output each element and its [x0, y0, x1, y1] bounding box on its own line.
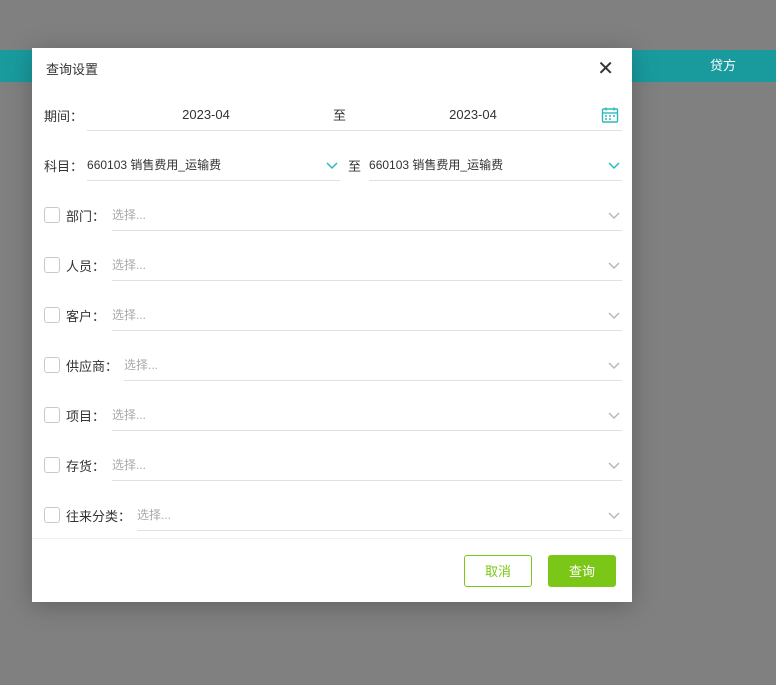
- aux-row-customer: 客户：选择...: [44, 290, 622, 340]
- arap-select[interactable]: 选择...: [137, 499, 622, 531]
- close-icon[interactable]: ✕: [593, 55, 618, 83]
- stock-label: 存货：: [66, 456, 110, 475]
- project-select[interactable]: 选择...: [112, 399, 622, 431]
- subject-to-select[interactable]: 660103 销售费用_运输费: [369, 149, 622, 181]
- query-button[interactable]: 查询: [548, 555, 616, 587]
- subject-from-select[interactable]: 660103 销售费用_运输费: [87, 149, 340, 181]
- supplier-checkbox[interactable]: [44, 357, 60, 373]
- aux-row-supplier: 供应商：选择...: [44, 340, 622, 390]
- chevron-down-icon: [606, 157, 622, 173]
- subject-row: 科目： 660103 销售费用_运输费 至 660103 销售费用_运输费: [44, 140, 622, 190]
- subject-from-value: 660103 销售费用_运输费: [87, 156, 324, 173]
- arap-placeholder: 选择...: [137, 506, 606, 523]
- modal-header: 查询设置 ✕: [32, 48, 632, 90]
- period-to-input[interactable]: [354, 99, 592, 131]
- dept-placeholder: 选择...: [112, 206, 606, 223]
- dept-label: 部门：: [66, 206, 110, 225]
- person-label: 人员：: [66, 256, 110, 275]
- person-checkbox[interactable]: [44, 257, 60, 273]
- supplier-label: 供应商：: [66, 356, 122, 375]
- subject-separator: 至: [340, 156, 369, 175]
- project-checkbox[interactable]: [44, 407, 60, 423]
- chevron-down-icon: [606, 507, 622, 523]
- period-row: 期间： 至: [44, 90, 622, 140]
- aux-row-project: 项目：选择...: [44, 390, 622, 440]
- project-label: 项目：: [66, 406, 110, 425]
- chevron-down-icon: [324, 157, 340, 173]
- period-label: 期间：: [44, 106, 87, 125]
- query-settings-modal: 查询设置 ✕ 期间： 至 科目： 660103 销售费用_运输费: [32, 48, 632, 602]
- topbar-credit-label: 贷方: [670, 50, 776, 82]
- calendar-icon[interactable]: [598, 103, 622, 127]
- dept-select[interactable]: 选择...: [112, 199, 622, 231]
- chevron-down-icon: [606, 207, 622, 223]
- modal-title: 查询设置: [46, 59, 98, 78]
- chevron-down-icon: [606, 257, 622, 273]
- dept-checkbox[interactable]: [44, 207, 60, 223]
- person-select[interactable]: 选择...: [112, 249, 622, 281]
- period-separator: 至: [325, 105, 354, 124]
- period-from-input[interactable]: [87, 99, 325, 131]
- stock-checkbox[interactable]: [44, 457, 60, 473]
- supplier-select[interactable]: 选择...: [124, 349, 622, 381]
- stock-placeholder: 选择...: [112, 456, 606, 473]
- subject-to-value: 660103 销售费用_运输费: [369, 156, 606, 173]
- modal-footer: 取消 查询: [32, 538, 632, 602]
- chevron-down-icon: [606, 407, 622, 423]
- customer-label: 客户：: [66, 306, 110, 325]
- supplier-placeholder: 选择...: [124, 356, 606, 373]
- chevron-down-icon: [606, 357, 622, 373]
- customer-select[interactable]: 选择...: [112, 299, 622, 331]
- aux-row-person: 人员：选择...: [44, 240, 622, 290]
- aux-row-stock: 存货：选择...: [44, 440, 622, 490]
- customer-placeholder: 选择...: [112, 306, 606, 323]
- chevron-down-icon: [606, 457, 622, 473]
- modal-body: 期间： 至 科目： 660103 销售费用_运输费 至 660103 销售: [32, 90, 632, 538]
- subject-label: 科目：: [44, 156, 87, 175]
- customer-checkbox[interactable]: [44, 307, 60, 323]
- project-placeholder: 选择...: [112, 406, 606, 423]
- person-placeholder: 选择...: [112, 256, 606, 273]
- cancel-button[interactable]: 取消: [464, 555, 532, 587]
- arap-label: 往来分类：: [66, 506, 135, 525]
- stock-select[interactable]: 选择...: [112, 449, 622, 481]
- chevron-down-icon: [606, 307, 622, 323]
- period-group: 至: [87, 99, 622, 131]
- arap-checkbox[interactable]: [44, 507, 60, 523]
- aux-row-arap: 往来分类：选择...: [44, 490, 622, 538]
- aux-row-dept: 部门：选择...: [44, 190, 622, 240]
